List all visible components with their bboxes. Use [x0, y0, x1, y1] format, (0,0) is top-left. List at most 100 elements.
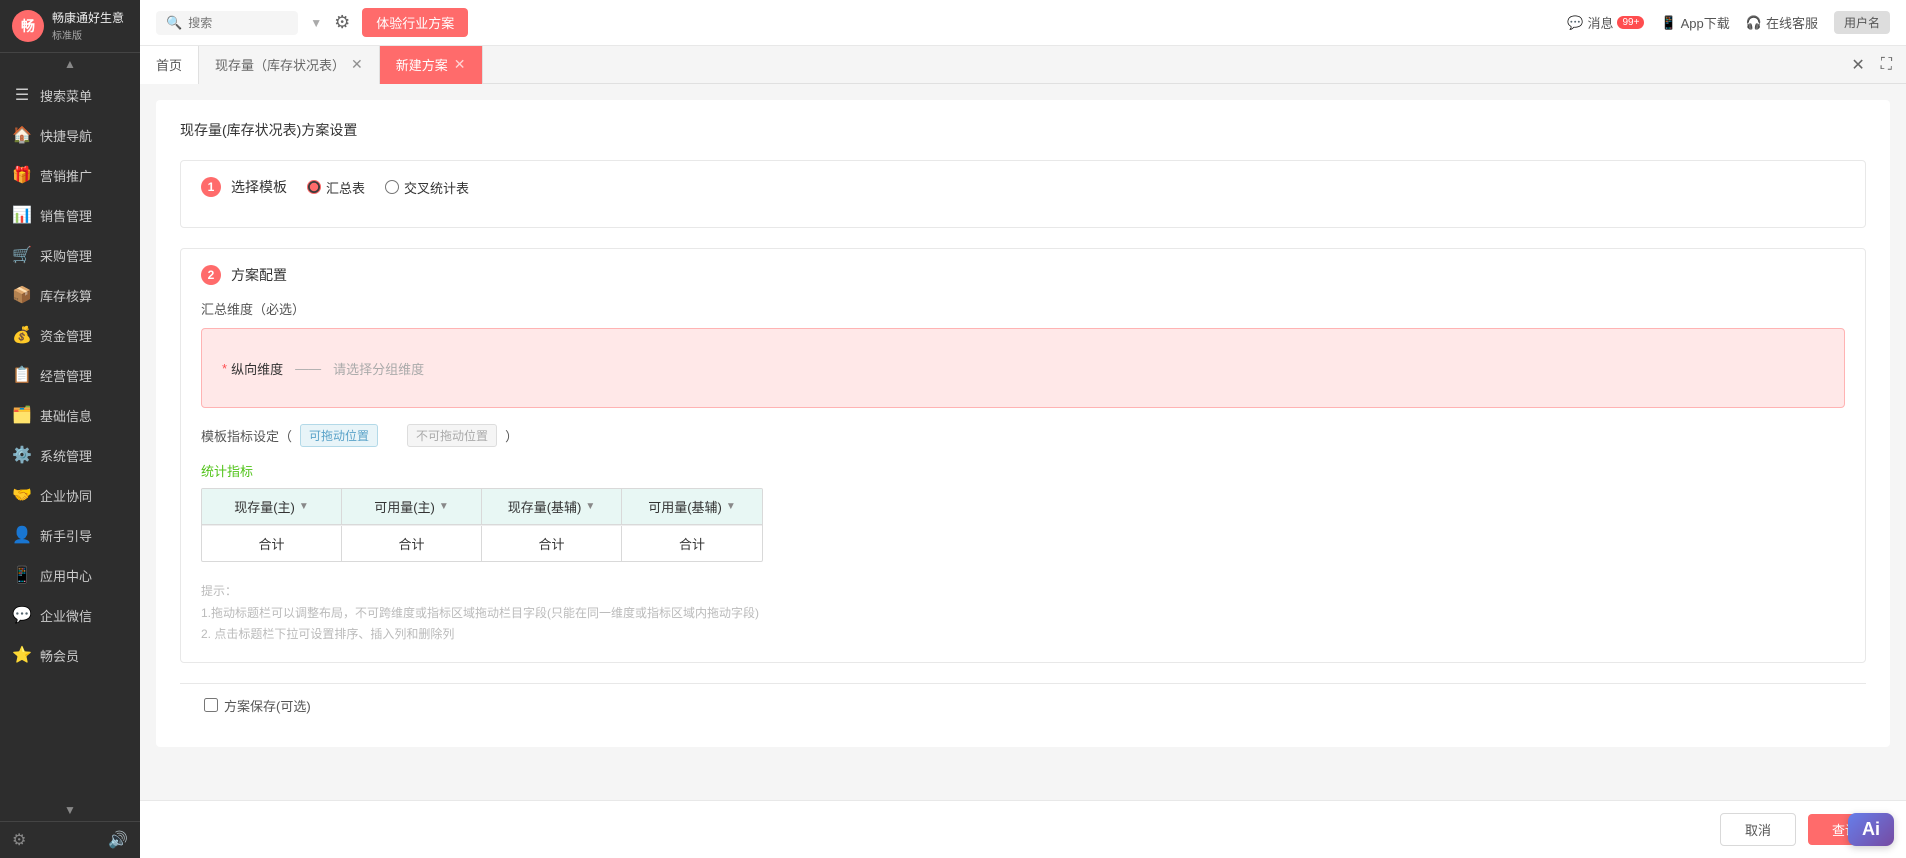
stats-col-0[interactable]: 现存量(主) ▼	[202, 489, 342, 524]
close-tab-btn[interactable]: ✕	[1845, 53, 1870, 77]
tab-home-label: 首页	[156, 55, 182, 74]
app-download-btn[interactable]: 📱 App下载	[1660, 13, 1729, 32]
experience-btn[interactable]: 体验行业方案	[362, 8, 468, 37]
template-radio-group: 汇总表 交叉统计表	[307, 178, 469, 197]
summary-dimension-label: 汇总维度（必选）	[201, 299, 1845, 318]
tip-2: 2. 点击标题栏下拉可设置排序、插入列和删除列	[201, 624, 1845, 646]
message-badge: 99+	[1617, 16, 1644, 29]
sidebar-item-label: 企业协同	[40, 486, 92, 505]
tips-area: 提示： 1.拖动标题栏可以调整布局，不可跨维度或指标区域拖动栏目字段(只能在同一…	[201, 581, 1845, 646]
radio-summary[interactable]: 汇总表	[307, 178, 365, 197]
user-avatar[interactable]: 用户名	[1834, 11, 1890, 34]
step1-title: 选择模板	[231, 177, 287, 197]
indicator-separator	[386, 426, 399, 445]
tab-inventory-close-icon[interactable]: ✕	[351, 56, 363, 73]
sidebar-item-label: 企业微信	[40, 606, 92, 625]
sidebar-item-sales[interactable]: 📊 销售管理	[0, 195, 140, 235]
stats-col-3[interactable]: 可用量(基辅) ▼	[622, 489, 762, 524]
sidebar-item-basic[interactable]: 🗂️ 基础信息	[0, 395, 140, 435]
chevron-down-icon: ▼	[726, 501, 736, 512]
topbar-right: 💬 消息 99+ 📱 App下载 🎧 在线客服 用户名	[1567, 11, 1890, 34]
sidebar-item-member[interactable]: ⭐ 畅会员	[0, 635, 140, 675]
money-icon: 💰	[12, 325, 32, 345]
sidebar-item-inventory[interactable]: 📦 库存核算	[0, 275, 140, 315]
message-icon: 💬	[1567, 15, 1583, 31]
sidebar-item-label: 库存核算	[40, 286, 92, 305]
step1-badge: 1	[201, 177, 221, 197]
tab-new-plan[interactable]: 新建方案 ✕	[380, 46, 483, 84]
stats-col-0-label: 现存量(主)	[234, 497, 295, 516]
online-service-btn[interactable]: 🎧 在线客服	[1746, 13, 1818, 32]
sidebar-bottom: ⚙ 🔊	[0, 821, 140, 858]
step2-header: 2 方案配置	[201, 265, 1845, 285]
dimension-box[interactable]: * 纵向维度 —— 请选择分组维度	[201, 328, 1845, 408]
sidebar-item-app-center[interactable]: 📱 应用中心	[0, 555, 140, 595]
sidebar-nav: ☰ 搜索菜单 🏠 快捷导航 🎁 营销推广 📊 销售管理 🛒 采购管理 📦 库存核…	[0, 75, 140, 799]
topbar-settings-icon[interactable]: ⚙	[334, 12, 350, 33]
radio-summary-input[interactable]	[307, 180, 321, 194]
tab-home[interactable]: 首页	[140, 46, 199, 84]
save-checkbox[interactable]	[204, 698, 218, 712]
stats-cell-1: 合计	[342, 526, 482, 561]
sidebar-item-corp[interactable]: 🤝 企业协同	[0, 475, 140, 515]
search-input[interactable]	[188, 16, 288, 30]
sidebar-item-system[interactable]: ⚙️ 系统管理	[0, 435, 140, 475]
sidebar-item-guide[interactable]: 👤 新手引导	[0, 515, 140, 555]
radio-cross-input[interactable]	[385, 180, 399, 194]
indicator-label-end: ）	[505, 426, 518, 445]
sidebar-item-label: 快捷导航	[40, 126, 92, 145]
radio-cross[interactable]: 交叉统计表	[385, 178, 469, 197]
sidebar-item-label: 搜索菜单	[40, 86, 92, 105]
stats-title: 统计指标	[201, 461, 1845, 480]
clipboard-icon: 📋	[12, 365, 32, 385]
sidebar-item-label: 采购管理	[40, 246, 92, 265]
save-checkbox-area: 方案保存(可选)	[180, 683, 1866, 727]
cancel-button[interactable]: 取消	[1720, 813, 1796, 846]
chevron-down-icon: ▼	[299, 501, 309, 512]
step1-section: 1 选择模板 汇总表 交叉统计表	[180, 160, 1866, 228]
stats-col-3-label: 可用量(基辅)	[648, 497, 722, 516]
sidebar: 畅 畅康通好生意 标准版 ▲ ☰ 搜索菜单 🏠 快捷导航 🎁 营销推广 📊 销售…	[0, 0, 140, 858]
sidebar-item-wechat[interactable]: 💬 企业微信	[0, 595, 140, 635]
sidebar-scroll-down[interactable]: ▼	[0, 799, 140, 821]
dropdown-icon[interactable]: ▼	[310, 16, 322, 30]
sidebar-item-quick-nav[interactable]: 🏠 快捷导航	[0, 115, 140, 155]
topbar-search-box[interactable]: 🔍	[156, 11, 298, 35]
required-mark: *	[222, 361, 227, 376]
step2-badge: 2	[201, 265, 221, 285]
app-name-text: 畅康通好生意 标准版	[52, 10, 124, 42]
mobile-download-icon: 📱	[1660, 15, 1676, 31]
sidebar-item-operation[interactable]: 📋 经营管理	[0, 355, 140, 395]
maximize-btn[interactable]: ⛶	[1875, 54, 1898, 76]
tab-new-plan-close-icon[interactable]: ✕	[454, 56, 466, 73]
stats-table-row: 合计 合计 合计 合计	[202, 525, 762, 561]
tabbar-actions: ✕ ⛶	[1845, 53, 1906, 77]
stats-col-2[interactable]: 现存量(基辅) ▼	[482, 489, 622, 524]
tabbar: 首页 现存量（库存状况表） ✕ 新建方案 ✕ ✕ ⛶	[140, 46, 1906, 84]
speaker-icon[interactable]: 🔊	[108, 830, 128, 850]
tab-inventory-label: 现存量（库存状况表）	[215, 55, 345, 74]
tab-inventory-status[interactable]: 现存量（库存状况表） ✕	[199, 46, 380, 84]
message-btn[interactable]: 💬 消息 99+	[1567, 13, 1644, 32]
dimension-placeholder: 请选择分组维度	[333, 359, 424, 378]
settings-icon[interactable]: ⚙	[12, 830, 26, 850]
app-logo-icon: 畅	[12, 10, 44, 42]
tips-title: 提示：	[201, 584, 237, 598]
sidebar-item-label: 营销推广	[40, 166, 92, 185]
sidebar-item-finance[interactable]: 💰 资金管理	[0, 315, 140, 355]
stats-col-1[interactable]: 可用量(主) ▼	[342, 489, 482, 524]
sidebar-item-marketing[interactable]: 🎁 营销推广	[0, 155, 140, 195]
indicator-settings: 模板指标设定（ 可拖动位置 不可拖动位置 ）	[201, 424, 1845, 447]
sidebar-item-search-menu[interactable]: ☰ 搜索菜单	[0, 75, 140, 115]
stats-col-2-label: 现存量(基辅)	[508, 497, 582, 516]
home-icon: 🏠	[12, 125, 32, 145]
topbar: 🔍 ▼ ⚙ 体验行业方案 💬 消息 99+ 📱 App下载 🎧 在线客服 用户名	[140, 0, 1906, 46]
tab-new-plan-label: 新建方案	[396, 55, 448, 74]
person-icon: 👤	[12, 525, 32, 545]
content-card: 现存量(库存状况表)方案设置 1 选择模板 汇总表 交叉统计表	[156, 100, 1890, 747]
sidebar-item-purchase[interactable]: 🛒 采购管理	[0, 235, 140, 275]
sidebar-item-label: 畅会员	[40, 646, 79, 665]
sidebar-scroll-up[interactable]: ▲	[0, 53, 140, 75]
tip-1: 1.拖动标题栏可以调整布局，不可跨维度或指标区域拖动栏目字段(只能在同一维度或指…	[201, 603, 1845, 625]
ai-badge[interactable]: Ai	[1848, 813, 1894, 846]
